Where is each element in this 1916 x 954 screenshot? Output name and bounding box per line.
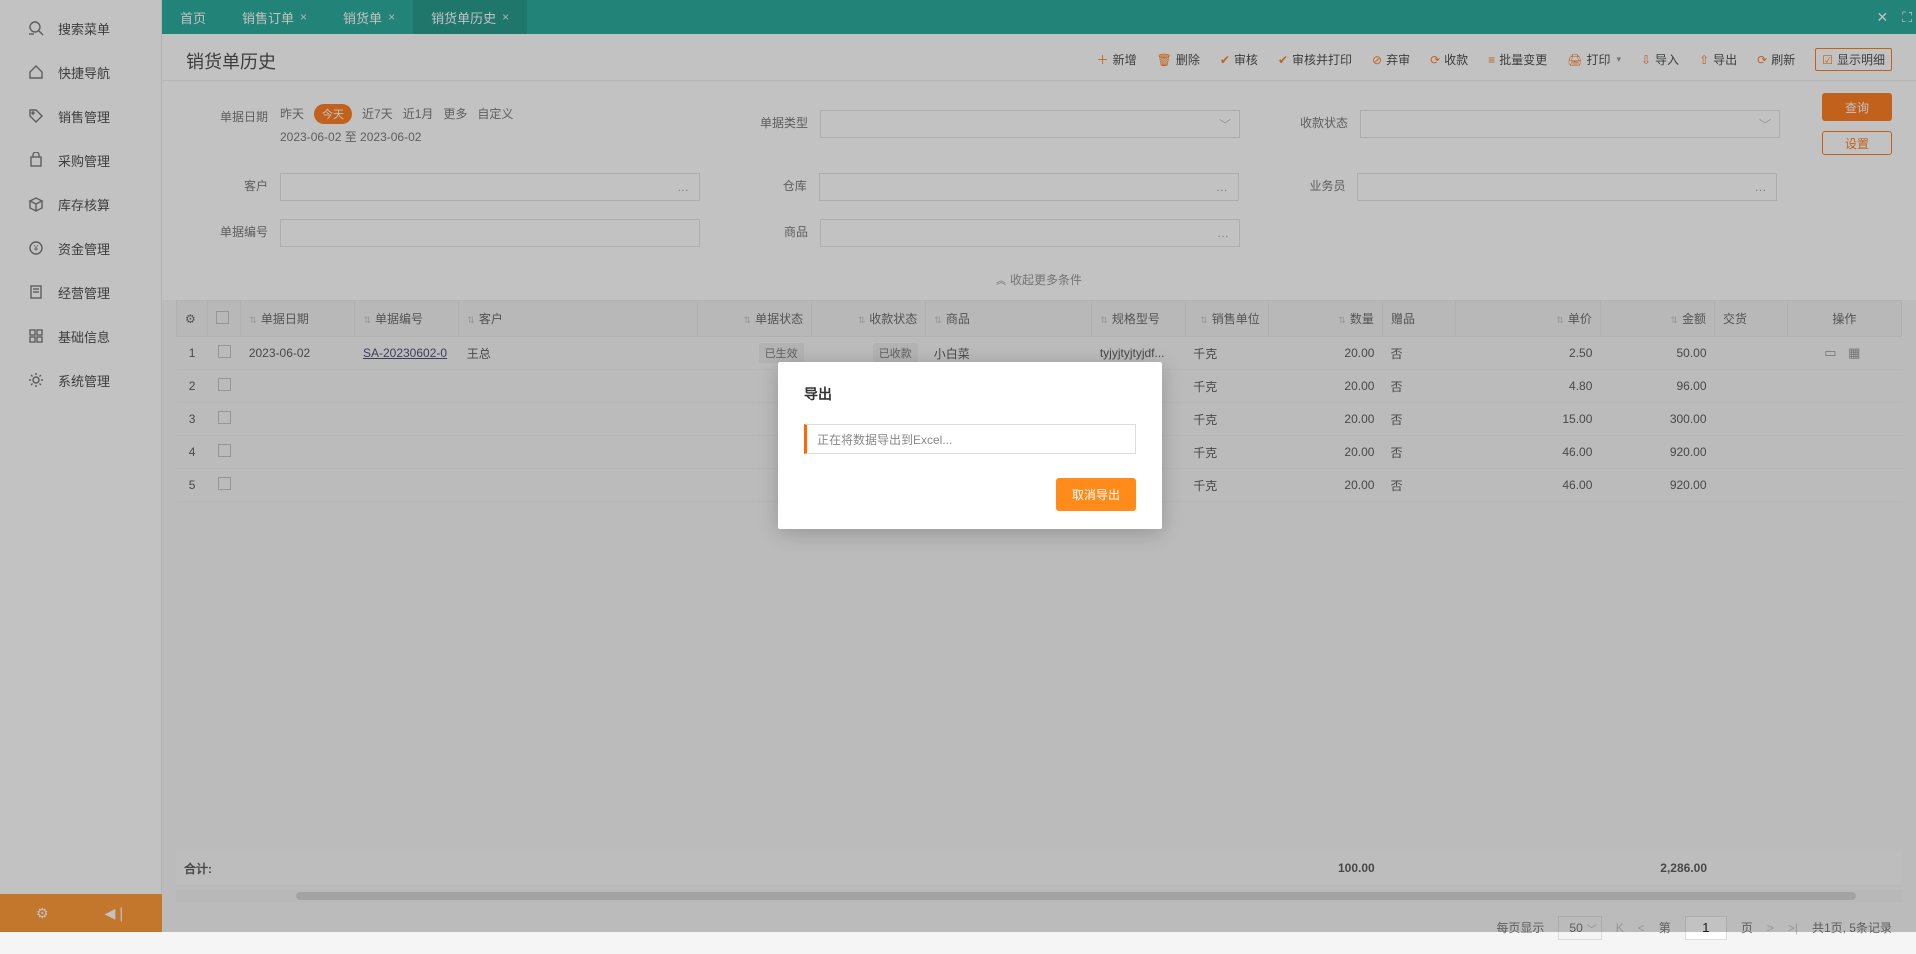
cancel-export-button[interactable]: 取消导出 <box>1056 478 1136 511</box>
dialog-message: 正在将数据导出到Excel... <box>804 424 1136 454</box>
dialog-title: 导出 <box>804 384 1136 404</box>
modal-overlay: 导出 正在将数据导出到Excel... 取消导出 <box>0 0 1916 932</box>
export-dialog: 导出 正在将数据导出到Excel... 取消导出 <box>778 362 1162 529</box>
